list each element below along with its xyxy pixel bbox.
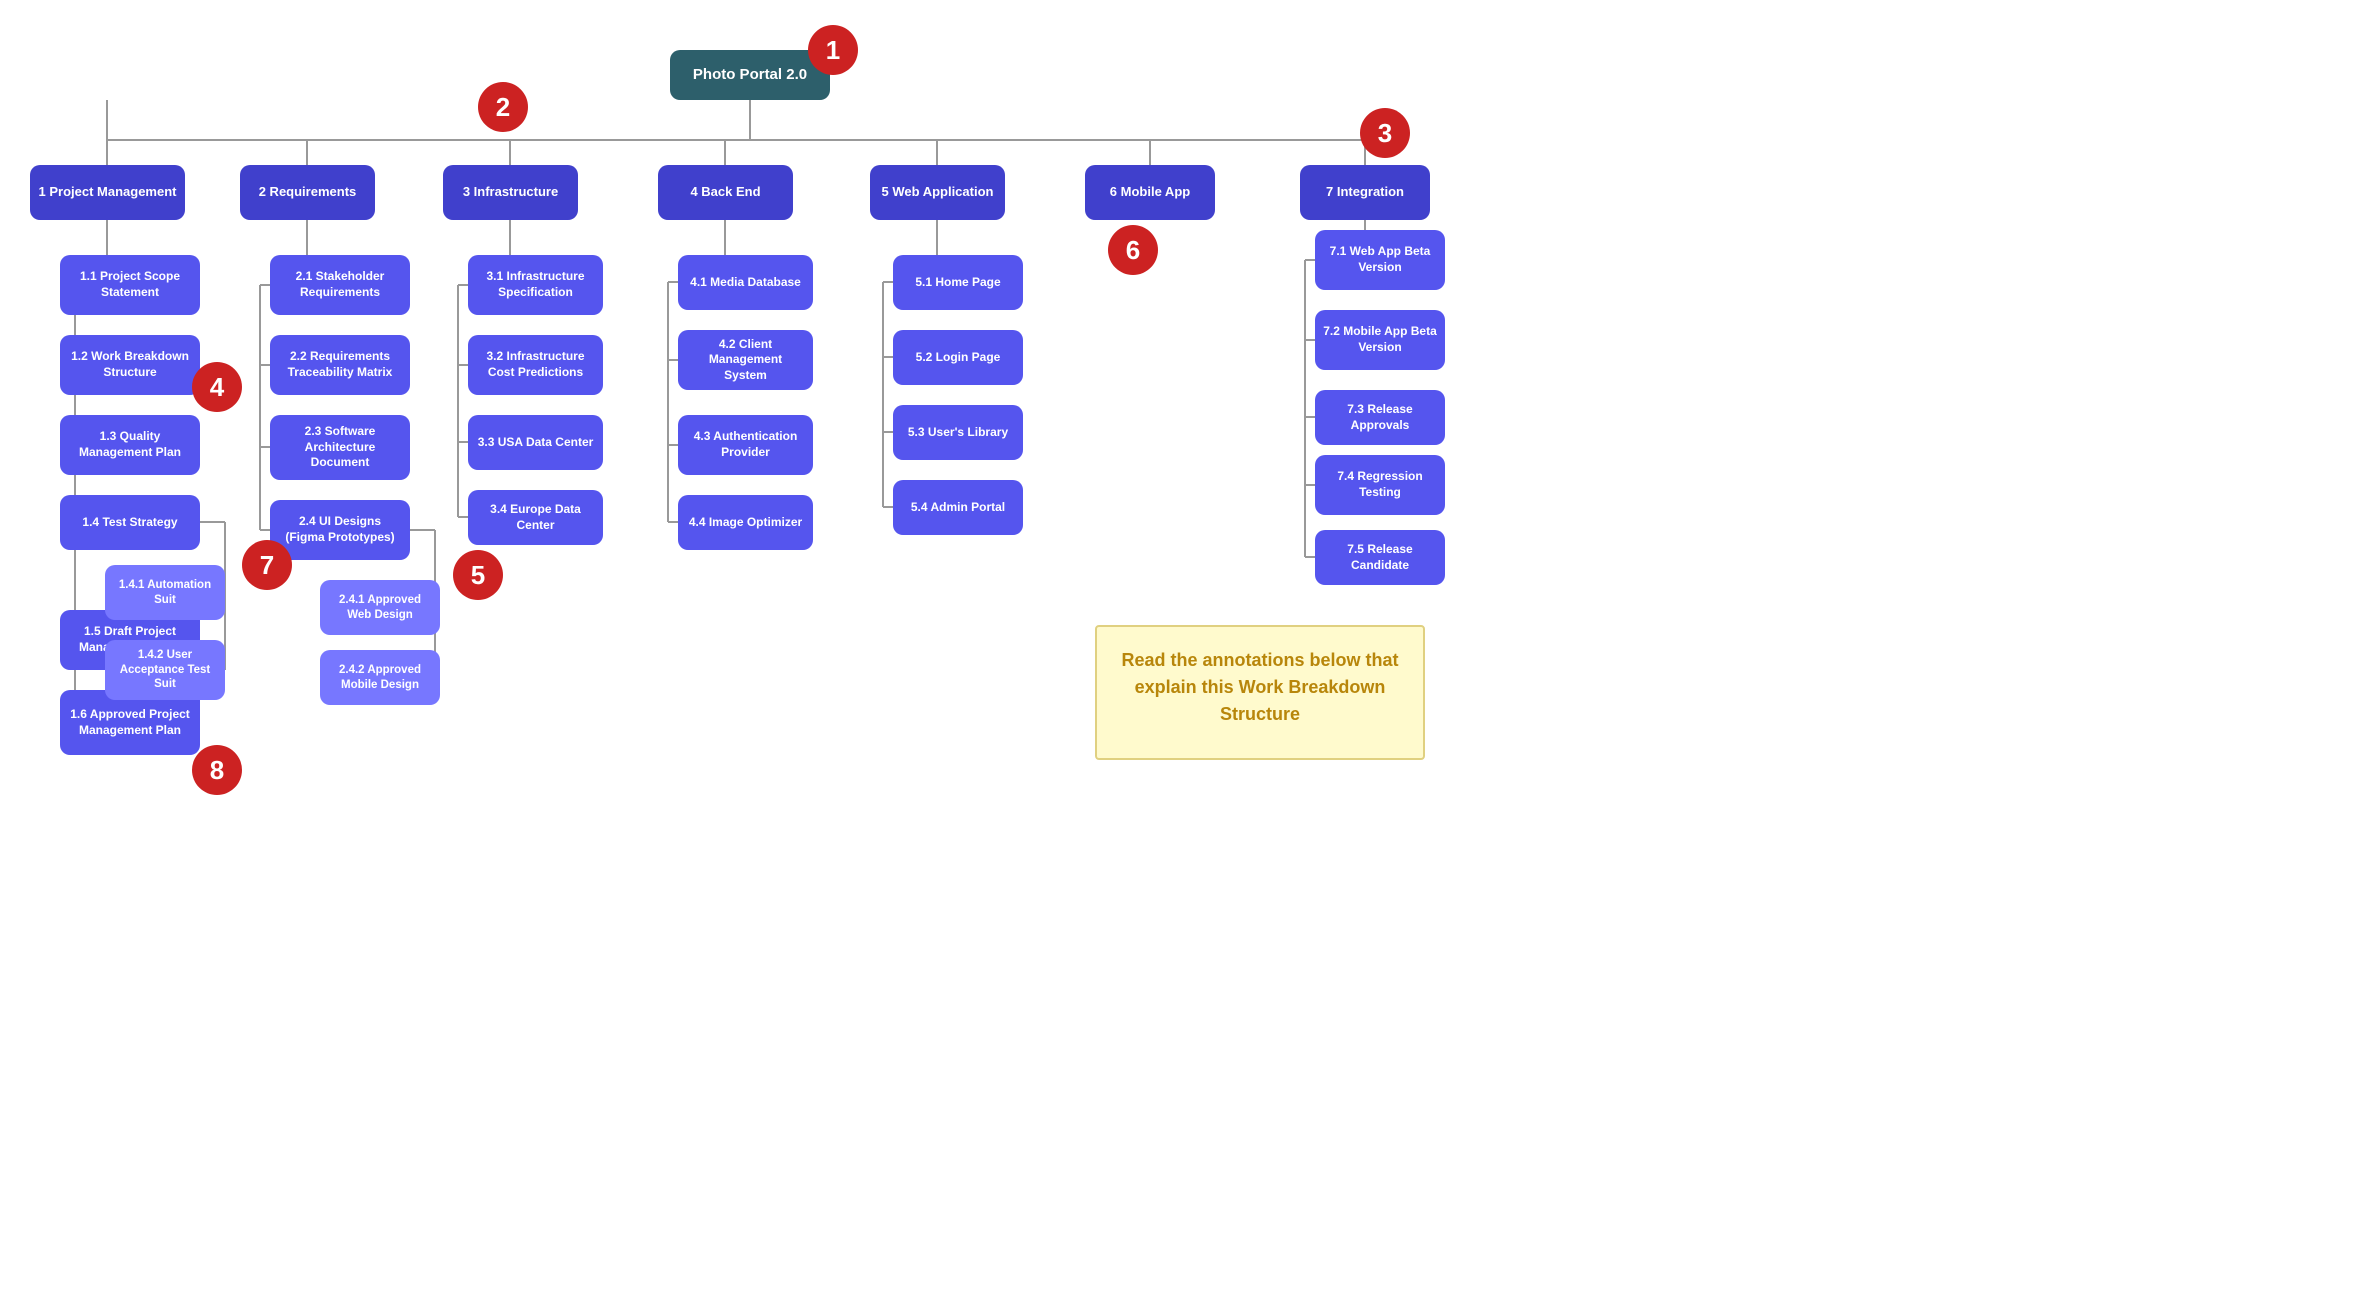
note-box: Read the annotations below that explain … [1095, 625, 1425, 760]
annotation-8: 8 [192, 745, 242, 795]
l1-node-mob: 6 Mobile App [1085, 165, 1215, 220]
annotation-5: 5 [453, 550, 503, 600]
annotation-6: 6 [1108, 225, 1158, 275]
node-c34: 3.4 Europe Data Center [468, 490, 603, 545]
annotation-4: 4 [192, 362, 242, 412]
node-c21: 2.1 Stakeholder Requirements [270, 255, 410, 315]
node-c42: 4.2 Client Management System [678, 330, 813, 390]
node-c142: 1.4.2 User Acceptance Test Suit [105, 640, 225, 700]
annotation-2: 2 [478, 82, 528, 132]
note-text: Read the annotations below that explain … [1121, 650, 1398, 724]
node-c41: 4.1 Media Database [678, 255, 813, 310]
node-c242: 2.4.2 Approved Mobile Design [320, 650, 440, 705]
node-c241: 2.4.1 Approved Web Design [320, 580, 440, 635]
node-c31: 3.1 Infrastructure Specification [468, 255, 603, 315]
annotation-1: 1 [808, 25, 858, 75]
node-c11: 1.1 Project Scope Statement [60, 255, 200, 315]
node-c53: 5.3 User's Library [893, 405, 1023, 460]
node-c71: 7.1 Web App Beta Version [1315, 230, 1445, 290]
node-c51: 5.1 Home Page [893, 255, 1023, 310]
node-c44: 4.4 Image Optimizer [678, 495, 813, 550]
node-c73: 7.3 Release Approvals [1315, 390, 1445, 445]
node-c33: 3.3 USA Data Center [468, 415, 603, 470]
node-c12: 1.2 Work Breakdown Structure [60, 335, 200, 395]
l1-node-web: 5 Web Application [870, 165, 1005, 220]
node-c23: 2.3 Software Architecture Document [270, 415, 410, 480]
node-c74: 7.4 Regression Testing [1315, 455, 1445, 515]
wbs-diagram: Photo Portal 2.0 1 Project Management 2 … [0, 0, 2355, 1315]
root-node: Photo Portal 2.0 [670, 50, 830, 100]
node-c141: 1.4.1 Automation Suit [105, 565, 225, 620]
node-c52: 5.2 Login Page [893, 330, 1023, 385]
node-c43: 4.3 Authentication Provider [678, 415, 813, 475]
l1-node-int: 7 Integration [1300, 165, 1430, 220]
node-c14: 1.4 Test Strategy [60, 495, 200, 550]
node-c32: 3.2 Infrastructure Cost Predictions [468, 335, 603, 395]
node-c24: 2.4 UI Designs (Figma Prototypes) [270, 500, 410, 560]
annotation-3: 3 [1360, 108, 1410, 158]
node-c54: 5.4 Admin Portal [893, 480, 1023, 535]
annotation-7: 7 [242, 540, 292, 590]
node-c13: 1.3 Quality Management Plan [60, 415, 200, 475]
l1-node-infra: 3 Infrastructure [443, 165, 578, 220]
l1-node-be: 4 Back End [658, 165, 793, 220]
node-c72: 7.2 Mobile App Beta Version [1315, 310, 1445, 370]
node-c22: 2.2 Requirements Traceability Matrix [270, 335, 410, 395]
l1-node-req: 2 Requirements [240, 165, 375, 220]
node-c75: 7.5 Release Candidate [1315, 530, 1445, 585]
l1-node-pm: 1 Project Management [30, 165, 185, 220]
